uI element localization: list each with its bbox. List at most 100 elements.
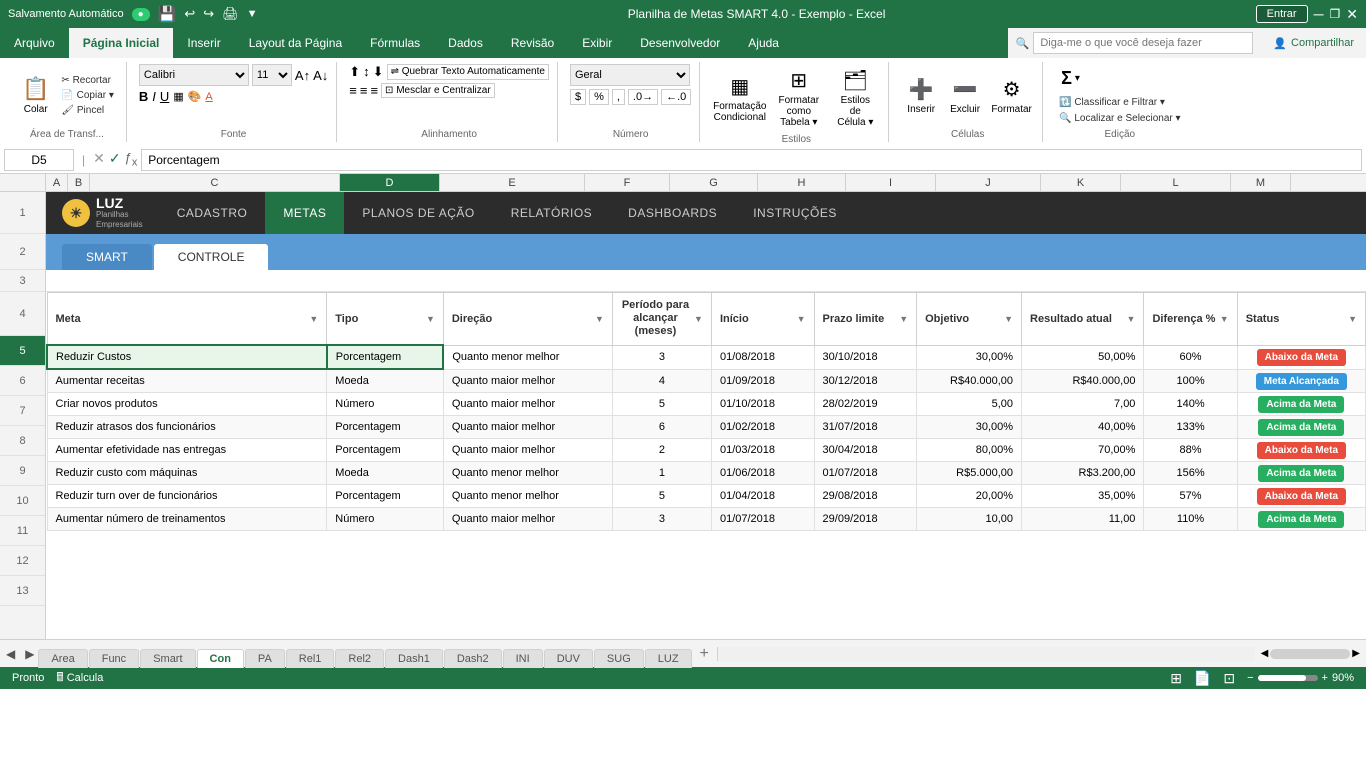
cell-inicio[interactable]: 01/10/2018	[711, 393, 814, 416]
cell-direcao[interactable]: Quanto maior melhor	[443, 416, 612, 439]
cell-status[interactable]: Meta Alcançada	[1237, 369, 1365, 393]
cell-direcao[interactable]: Quanto maior melhor	[443, 369, 612, 393]
cell-objetivo[interactable]: 20,00%	[917, 485, 1022, 508]
nav-instrucoes[interactable]: INSTRUÇÕES	[735, 192, 855, 234]
cell-inicio[interactable]: 01/09/2018	[711, 369, 814, 393]
sub-tab-controle[interactable]: CONTROLE	[154, 244, 269, 270]
cell-meta[interactable]: Reduzir atrasos dos funcionários	[47, 416, 327, 439]
cell-meta[interactable]: Aumentar receitas	[47, 369, 327, 393]
cell-periodo[interactable]: 4	[612, 369, 711, 393]
cell-periodo[interactable]: 5	[612, 393, 711, 416]
cell-tipo[interactable]: Porcentagem	[327, 416, 444, 439]
cell-prazo[interactable]: 30/04/2018	[814, 439, 917, 462]
cell-inicio[interactable]: 01/07/2018	[711, 508, 814, 531]
view-normal-icon[interactable]: ⊞	[1170, 670, 1182, 687]
align-middle-icon[interactable]: ↕	[363, 64, 370, 80]
cell-prazo[interactable]: 29/08/2018	[814, 485, 917, 508]
sheet-tab-smart[interactable]: Smart	[140, 649, 195, 668]
more-icon[interactable]: ▼	[247, 8, 258, 20]
filter-objetivo-icon[interactable]: ▼	[1004, 314, 1013, 324]
cell-prazo[interactable]: 31/07/2018	[814, 416, 917, 439]
underline-button[interactable]: U	[160, 89, 169, 104]
search-ribbon-input[interactable]	[1033, 32, 1253, 54]
share-button[interactable]: 👤 Compartilhar	[1261, 28, 1366, 58]
redo-icon[interactable]: ↪	[203, 6, 214, 22]
border-button[interactable]: ▦	[173, 90, 183, 103]
cell-direcao[interactable]: Quanto maior melhor	[443, 439, 612, 462]
thousands-btn[interactable]: ,	[612, 89, 625, 105]
cell-resultado[interactable]: 35,00%	[1022, 485, 1144, 508]
scrollbar-thumb[interactable]	[1270, 649, 1350, 659]
tab-exibir[interactable]: Exibir	[568, 28, 626, 58]
sheet-tab-duv[interactable]: DUV	[544, 649, 593, 668]
sheet-tab-pa[interactable]: PA	[245, 649, 285, 668]
sort-filter-button[interactable]: 🔃 Classificar e Filtrar ▾	[1055, 96, 1169, 109]
cell-resultado[interactable]: 40,00%	[1022, 416, 1144, 439]
restore-icon[interactable]: ❐	[1330, 7, 1341, 21]
filter-direcao-icon[interactable]: ▼	[595, 314, 604, 324]
cell-diferenca[interactable]: 156%	[1144, 462, 1237, 485]
cut-button[interactable]: ✂ Recortar	[57, 74, 118, 87]
format-paint-button[interactable]: 🖌 Pincel	[57, 104, 118, 117]
cell-status[interactable]: Abaixo da Meta	[1237, 345, 1365, 369]
cell-diferenca[interactable]: 110%	[1144, 508, 1237, 531]
cell-direcao[interactable]: Quanto maior melhor	[443, 508, 612, 531]
cell-direcao[interactable]: Quanto menor melhor	[443, 462, 612, 485]
cell-tipo[interactable]: Porcentagem	[327, 345, 444, 369]
filter-status-icon[interactable]: ▼	[1348, 314, 1357, 324]
format-table-button[interactable]: ⊞ Formatar como Tabela ▾	[771, 64, 826, 132]
merge-center-button[interactable]: ⊡ Mesclar e Centralizar	[381, 83, 495, 98]
close-icon[interactable]: ✕	[1346, 6, 1358, 23]
dec-increase-btn[interactable]: .0→	[628, 89, 658, 105]
cell-tipo[interactable]: Moeda	[327, 369, 444, 393]
tab-dados[interactable]: Dados	[434, 28, 497, 58]
cell-objetivo[interactable]: 30,00%	[917, 416, 1022, 439]
horizontal-scrollbar[interactable]	[717, 647, 1255, 661]
cell-diferenca[interactable]: 88%	[1144, 439, 1237, 462]
font-shrink-icon[interactable]: A↓	[313, 68, 328, 83]
sheet-tab-func[interactable]: Func	[89, 649, 139, 668]
insert-cells-button[interactable]: ➕ Inserir	[901, 73, 941, 119]
format-cells-button[interactable]: ⚙ Formatar	[989, 73, 1034, 119]
cell-direcao[interactable]: Quanto menor melhor	[443, 485, 612, 508]
cell-meta[interactable]: Aumentar efetividade nas entregas	[47, 439, 327, 462]
cell-prazo[interactable]: 28/02/2019	[814, 393, 917, 416]
sheet-tab-rel1[interactable]: Rel1	[286, 649, 335, 668]
cell-tipo[interactable]: Moeda	[327, 462, 444, 485]
tab-inserir[interactable]: Inserir	[173, 28, 234, 58]
cell-diferenca[interactable]: 60%	[1144, 345, 1237, 369]
nav-planos[interactable]: PLANOS DE AÇÃO	[344, 192, 492, 234]
sheet-tab-ini[interactable]: INI	[503, 649, 543, 668]
autosum-button[interactable]: Σ ▾	[1055, 64, 1086, 93]
cell-periodo[interactable]: 3	[612, 345, 711, 369]
scroll-right-icon[interactable]: ▶	[1352, 648, 1360, 659]
scroll-left-icon[interactable]: ◀	[1261, 648, 1269, 659]
bold-button[interactable]: B	[139, 89, 148, 104]
cell-inicio[interactable]: 01/02/2018	[711, 416, 814, 439]
percent-btn[interactable]: %	[589, 89, 609, 105]
cell-status[interactable]: Acima da Meta	[1237, 393, 1365, 416]
confirm-formula-icon[interactable]: ✓	[109, 150, 121, 169]
sheet-tab-dash2[interactable]: Dash2	[444, 649, 502, 668]
cell-inicio[interactable]: 01/08/2018	[711, 345, 814, 369]
function-icon[interactable]: ƒx	[125, 150, 138, 169]
tab-desenvolvedor[interactable]: Desenvolvedor	[626, 28, 734, 58]
sheet-tab-dash1[interactable]: Dash1	[385, 649, 443, 668]
cell-resultado[interactable]: R$40.000,00	[1022, 369, 1144, 393]
cell-prazo[interactable]: 30/12/2018	[814, 369, 917, 393]
cell-periodo[interactable]: 1	[612, 462, 711, 485]
filter-inicio-icon[interactable]: ▼	[797, 314, 806, 324]
minimize-icon[interactable]: ─	[1314, 6, 1324, 22]
find-select-button[interactable]: 🔍 Localizar e Selecionar ▾	[1055, 112, 1184, 125]
sheet-tab-sug[interactable]: SUG	[594, 649, 644, 668]
cell-resultado[interactable]: 50,00%	[1022, 345, 1144, 369]
cell-status[interactable]: Abaixo da Meta	[1237, 485, 1365, 508]
cell-meta[interactable]: Reduzir turn over de funcionários	[47, 485, 327, 508]
cell-status[interactable]: Acima da Meta	[1237, 508, 1365, 531]
cell-tipo[interactable]: Porcentagem	[327, 485, 444, 508]
cell-tipo[interactable]: Porcentagem	[327, 439, 444, 462]
align-top-icon[interactable]: ⬆	[349, 64, 360, 80]
align-center-icon[interactable]: ≡	[360, 83, 368, 98]
fill-color-button[interactable]: 🎨	[188, 90, 202, 103]
undo-icon[interactable]: ↩	[184, 6, 195, 22]
